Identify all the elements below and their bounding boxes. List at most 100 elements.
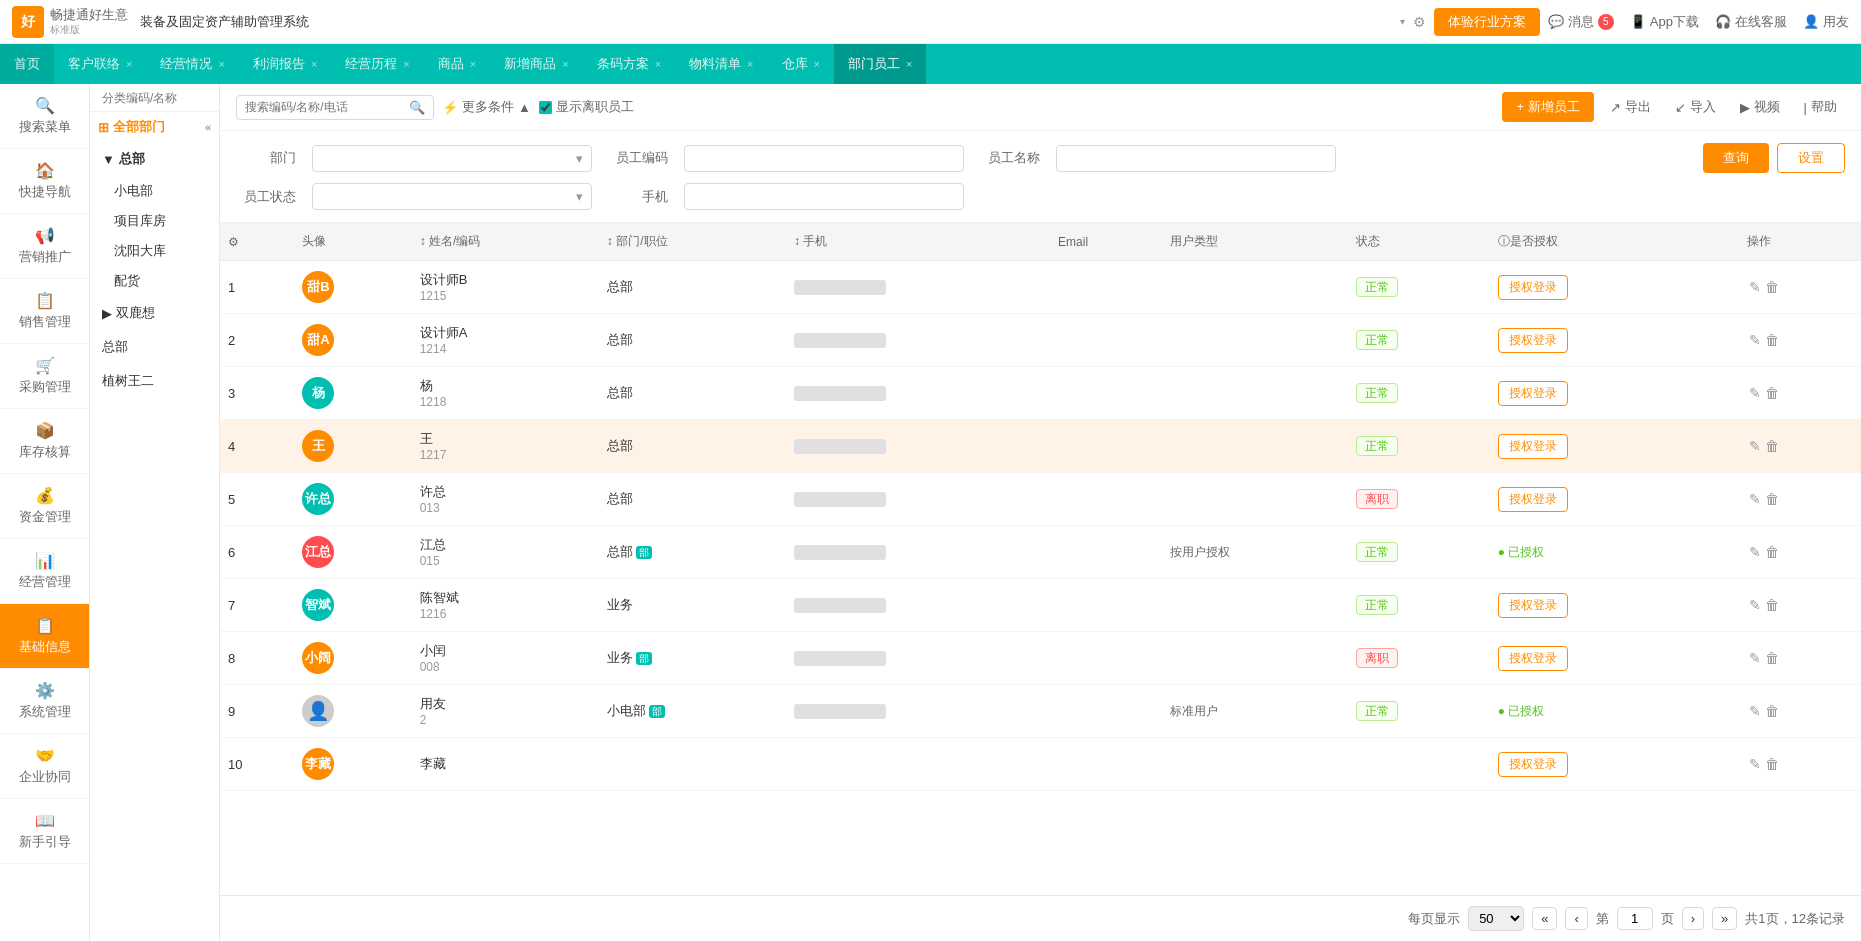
th-phone[interactable]: ↕ 手机 xyxy=(786,223,1050,261)
nav-item-1[interactable]: 客户联络× xyxy=(54,44,146,84)
delete-btn[interactable]: 🗑 xyxy=(1765,279,1779,295)
auth-btn[interactable]: 授权登录 xyxy=(1498,328,1568,353)
delete-btn[interactable]: 🗑 xyxy=(1765,650,1779,666)
sidebar-all-dept[interactable]: ⊞ 全部部门 « xyxy=(90,112,219,142)
edit-btn[interactable]: ✎ xyxy=(1749,332,1761,348)
edit-btn[interactable]: ✎ xyxy=(1749,438,1761,454)
cell-auth-3[interactable]: 授权登录 xyxy=(1490,420,1700,473)
export-btn[interactable]: ↗ 导出 xyxy=(1602,94,1659,120)
cell-auth-0[interactable]: 授权登录 xyxy=(1490,261,1700,314)
auth-btn[interactable]: 授权登录 xyxy=(1498,381,1568,406)
nav-item-8[interactable]: 物料清单× xyxy=(675,44,767,84)
sidebar-item-zhishu[interactable]: 植树王二 xyxy=(90,364,219,398)
nav-item-10[interactable]: 部门员工× xyxy=(834,44,926,84)
search-input[interactable] xyxy=(245,100,405,114)
cell-auth-7[interactable]: 授权登录 xyxy=(1490,632,1700,685)
left-nav-item-5[interactable]: 📦库存核算 xyxy=(0,409,89,474)
page-input[interactable] xyxy=(1617,907,1653,930)
cell-auth-4[interactable]: 授权登录 xyxy=(1490,473,1700,526)
left-nav-item-9[interactable]: ⚙️系统管理 xyxy=(0,669,89,734)
auth-btn[interactable]: 授权登录 xyxy=(1498,646,1568,671)
edit-btn[interactable]: ✎ xyxy=(1749,650,1761,666)
left-nav-item-2[interactable]: 📢营销推广 xyxy=(0,214,89,279)
left-nav-item-4[interactable]: 🛒采购管理 xyxy=(0,344,89,409)
left-nav-item-10[interactable]: 🤝企业协同 xyxy=(0,734,89,799)
add-employee-btn[interactable]: + 新增员工 xyxy=(1502,92,1593,122)
prev-page-btn[interactable]: ‹ xyxy=(1565,907,1587,930)
delete-btn[interactable]: 🗑 xyxy=(1765,756,1779,772)
auth-btn[interactable]: 授权登录 xyxy=(1498,487,1568,512)
cell-auth-6[interactable]: 授权登录 xyxy=(1490,579,1700,632)
cell-auth-1[interactable]: 授权登录 xyxy=(1490,314,1700,367)
nav-close-5[interactable]: × xyxy=(470,58,476,70)
nav-close-9[interactable]: × xyxy=(814,58,820,70)
edit-btn[interactable]: ✎ xyxy=(1749,544,1761,560)
edit-btn[interactable]: ✎ xyxy=(1749,279,1761,295)
left-nav-item-11[interactable]: 📖新手引导 xyxy=(0,799,89,864)
nav-item-6[interactable]: 新增商品× xyxy=(490,44,582,84)
left-nav-item-8[interactable]: 📋基础信息 xyxy=(0,604,89,669)
delete-btn[interactable]: 🗑 xyxy=(1765,544,1779,560)
nav-close-8[interactable]: × xyxy=(747,58,753,70)
left-nav-item-6[interactable]: 💰资金管理 xyxy=(0,474,89,539)
nav-item-5[interactable]: 商品× xyxy=(424,44,490,84)
edit-btn[interactable]: ✎ xyxy=(1749,491,1761,507)
show-resigned-checkbox-label[interactable]: 显示离职员工 xyxy=(539,98,634,116)
edit-btn[interactable]: ✎ xyxy=(1749,385,1761,401)
nav-close-6[interactable]: × xyxy=(562,58,568,70)
cell-auth-2[interactable]: 授权登录 xyxy=(1490,367,1700,420)
nav-close-3[interactable]: × xyxy=(311,58,317,70)
delete-btn[interactable]: 🗑 xyxy=(1765,597,1779,613)
delete-btn[interactable]: 🗑 xyxy=(1765,385,1779,401)
nav-item-9[interactable]: 仓库× xyxy=(768,44,834,84)
user-btn[interactable]: 👤 用友 xyxy=(1803,13,1849,31)
nav-close-2[interactable]: × xyxy=(218,58,224,70)
auth-btn[interactable]: 授权登录 xyxy=(1498,275,1568,300)
edit-btn[interactable]: ✎ xyxy=(1749,756,1761,772)
th-dept-pos[interactable]: ↕ 部门/职位 xyxy=(599,223,786,261)
more-conditions-btn[interactable]: ⚡ 更多条件 ▲ xyxy=(442,98,531,116)
last-page-btn[interactable]: » xyxy=(1712,907,1737,930)
phone-input[interactable] xyxy=(684,183,964,210)
edit-btn[interactable]: ✎ xyxy=(1749,703,1761,719)
nav-close-1[interactable]: × xyxy=(126,58,132,70)
emp-name-input[interactable] xyxy=(1056,145,1336,172)
sidebar-item-peihuo[interactable]: 配货 xyxy=(106,266,219,296)
emp-code-input[interactable] xyxy=(684,145,964,172)
import-btn[interactable]: ↙ 导入 xyxy=(1667,94,1724,120)
next-page-btn[interactable]: › xyxy=(1682,907,1704,930)
set-btn[interactable]: 设置 xyxy=(1777,143,1845,173)
first-page-btn[interactable]: « xyxy=(1532,907,1557,930)
delete-btn[interactable]: 🗑 xyxy=(1765,491,1779,507)
nav-item-7[interactable]: 条码方案× xyxy=(583,44,675,84)
left-nav-item-0[interactable]: 🔍搜索菜单 xyxy=(0,84,89,149)
sidebar-item-shuanglu[interactable]: ▶ 双鹿想 xyxy=(90,296,219,330)
nav-close-10[interactable]: × xyxy=(906,58,912,70)
trial-btn[interactable]: 体验行业方案 xyxy=(1434,8,1540,36)
search-icon[interactable]: 🔍 xyxy=(409,100,425,115)
show-resigned-checkbox[interactable] xyxy=(539,101,552,114)
status-select[interactable]: ▾ xyxy=(312,183,592,210)
sidebar-search-input[interactable] xyxy=(102,91,220,105)
query-btn[interactable]: 查询 xyxy=(1703,143,1769,173)
online-service-btn[interactable]: 🎧 在线客服 xyxy=(1715,13,1787,31)
sidebar-collapse-btn[interactable]: « xyxy=(205,121,211,133)
auth-btn[interactable]: 授权登录 xyxy=(1498,434,1568,459)
nav-item-3[interactable]: 利润报告× xyxy=(239,44,331,84)
sidebar-item-zongbu-expand[interactable]: ▼ 总部 xyxy=(90,142,219,176)
nav-item-0[interactable]: 首页 xyxy=(0,44,54,84)
nav-item-4[interactable]: 经营历程× xyxy=(331,44,423,84)
nav-item-2[interactable]: 经营情况× xyxy=(146,44,238,84)
settings-icon[interactable]: ⚙ xyxy=(1413,14,1426,30)
per-page-select[interactable]: 50 100 xyxy=(1468,906,1524,931)
nav-close-7[interactable]: × xyxy=(655,58,661,70)
delete-btn[interactable]: 🗑 xyxy=(1765,438,1779,454)
left-nav-item-1[interactable]: 🏠快捷导航 xyxy=(0,149,89,214)
left-nav-item-3[interactable]: 📋销售管理 xyxy=(0,279,89,344)
th-settings[interactable]: ⚙ xyxy=(220,223,294,261)
sidebar-item-xiaodibu[interactable]: 小电部 xyxy=(106,176,219,206)
auth-btn[interactable]: 授权登录 xyxy=(1498,752,1568,777)
delete-btn[interactable]: 🗑 xyxy=(1765,332,1779,348)
view-btn[interactable]: ▶ 视频 xyxy=(1732,94,1788,120)
cell-auth-9[interactable]: 授权登录 xyxy=(1490,738,1700,791)
